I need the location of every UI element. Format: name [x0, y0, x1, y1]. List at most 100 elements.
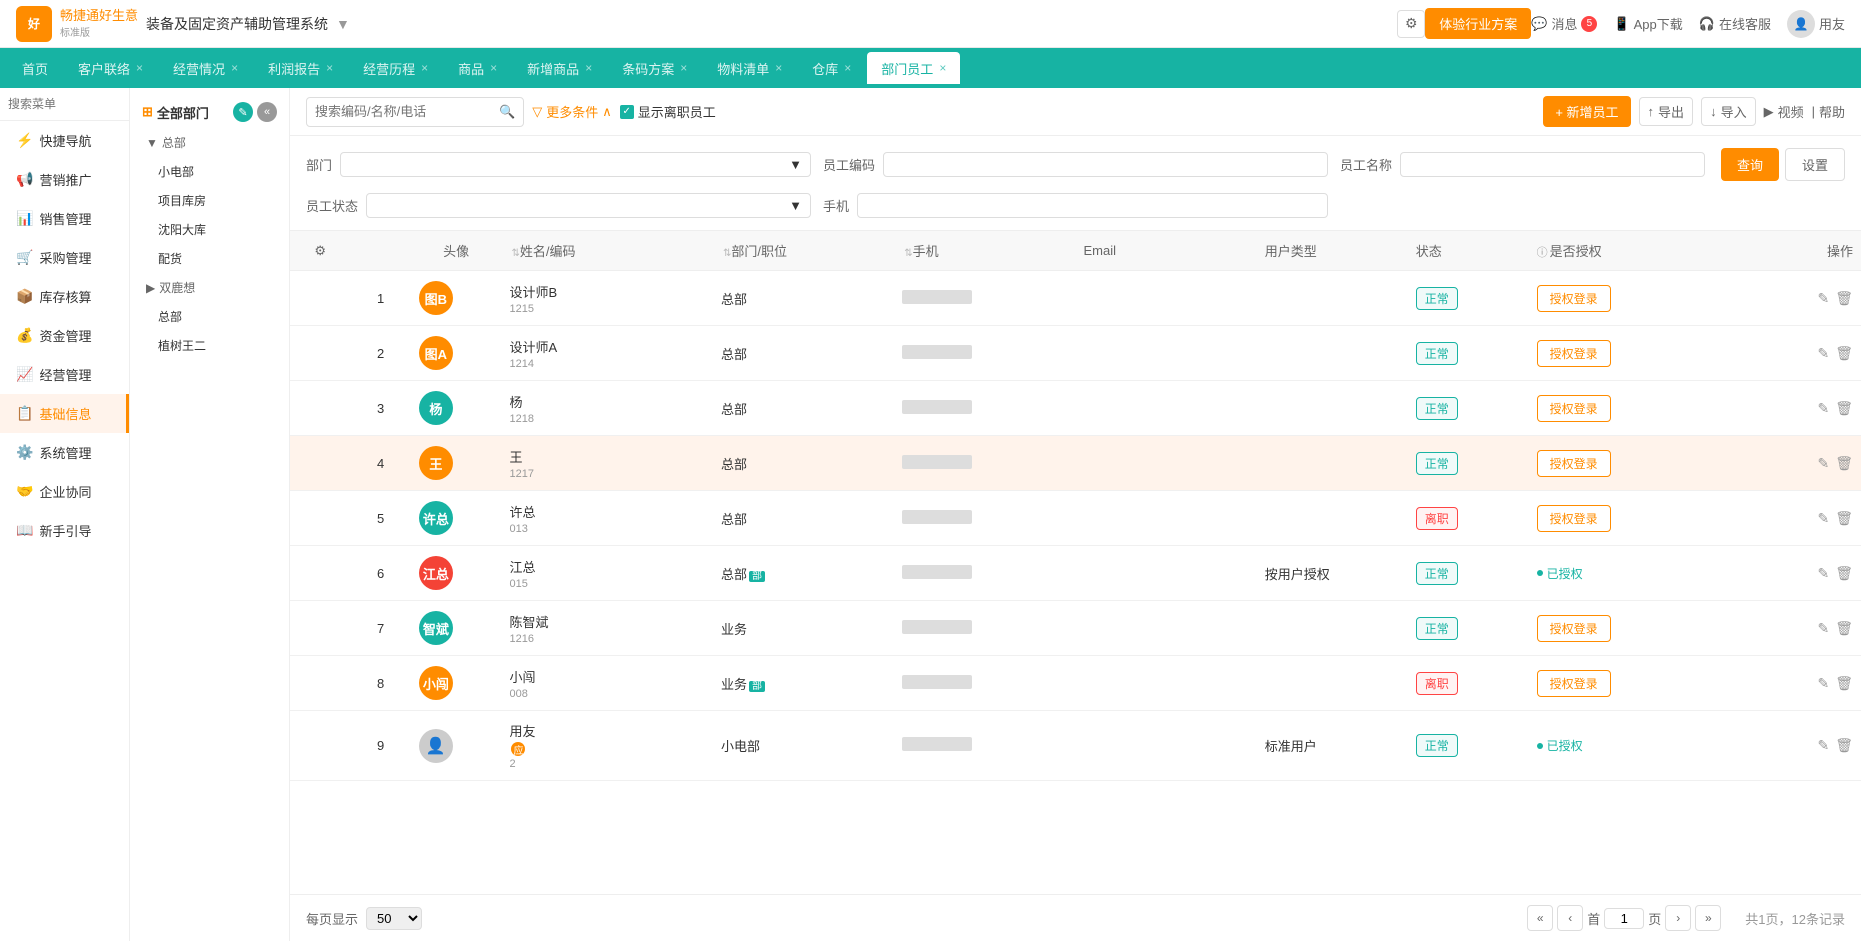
row-settings[interactable]: [290, 656, 350, 711]
dept-tree-item-parent-zongbu[interactable]: ▼ 总部: [138, 128, 281, 157]
auth-login-button[interactable]: 授权登录: [1537, 285, 1611, 312]
auth-login-button[interactable]: 授权登录: [1537, 395, 1611, 422]
auth-login-button[interactable]: 授权登录: [1537, 340, 1611, 367]
dept-tree-item-shuanglu[interactable]: ▶ 双鹿想: [138, 273, 281, 302]
settings-button[interactable]: ⚙: [1397, 10, 1425, 38]
user-area[interactable]: 👤 用友: [1787, 10, 1845, 38]
edit-button[interactable]: ✎: [1817, 620, 1829, 637]
row-settings[interactable]: [290, 326, 350, 381]
auth-login-button[interactable]: 授权登录: [1537, 505, 1611, 532]
col-dept-header[interactable]: ⇅部门/职位: [713, 231, 894, 271]
tab-warehouse[interactable]: 仓库 ×: [798, 52, 865, 84]
delete-button[interactable]: 🗑: [1835, 400, 1853, 417]
more-filters-btn[interactable]: ▽ 更多条件 ∧: [532, 102, 612, 121]
set-button[interactable]: 设置: [1785, 148, 1845, 181]
edit-button[interactable]: ✎: [1817, 675, 1829, 692]
dept-edit-btn[interactable]: ✎: [233, 102, 253, 122]
dept-tree-item-shenyang[interactable]: 沈阳大库: [138, 215, 281, 244]
page-first-btn[interactable]: «: [1527, 905, 1553, 931]
row-settings[interactable]: [290, 271, 350, 326]
delete-button[interactable]: 🗑: [1835, 510, 1853, 527]
page-next-btn[interactable]: ›: [1665, 905, 1691, 931]
auth-login-button[interactable]: 授权登录: [1537, 670, 1611, 697]
import-button[interactable]: ↓ 导入: [1701, 97, 1756, 126]
auth-login-button[interactable]: 授权登录: [1537, 615, 1611, 642]
edit-button[interactable]: ✎: [1817, 400, 1829, 417]
sidebar-item-system[interactable]: ⚙️ 系统管理: [0, 433, 129, 472]
row-settings[interactable]: [290, 381, 350, 436]
sidebar-item-marketing[interactable]: 📢 营销推广: [0, 160, 129, 199]
sidebar-search-input[interactable]: [8, 97, 130, 111]
all-dept-title[interactable]: ⊞ 全部部门: [142, 103, 209, 122]
tab-bom[interactable]: 物料清单 ×: [703, 52, 796, 84]
edit-button[interactable]: ✎: [1817, 565, 1829, 582]
query-button[interactable]: 查询: [1721, 148, 1779, 181]
delete-button[interactable]: 🗑: [1835, 675, 1853, 692]
tab-history[interactable]: 经营历程 ×: [349, 52, 442, 84]
col-phone-header[interactable]: ⇅手机: [894, 231, 1075, 271]
help-button[interactable]: | 帮助: [1812, 102, 1845, 121]
dept-tree-item-xiaodian[interactable]: 小电部: [138, 157, 281, 186]
tab-department[interactable]: 部门员工 ×: [867, 52, 960, 84]
messages-button[interactable]: 💬 消息 5: [1531, 14, 1597, 33]
filter-dept-select[interactable]: ▼: [340, 152, 811, 177]
tab-profit[interactable]: 利润报告 ×: [254, 52, 347, 84]
tab-barcode[interactable]: 条码方案 ×: [608, 52, 701, 84]
sidebar-item-quick-nav[interactable]: ⚡ 快捷导航: [0, 121, 129, 160]
row-settings[interactable]: [290, 601, 350, 656]
sidebar-item-basic-info[interactable]: 📋 基础信息: [0, 394, 129, 433]
sidebar-item-finance[interactable]: 💰 资金管理: [0, 316, 129, 355]
tab-operation[interactable]: 经营情况 ×: [159, 52, 252, 84]
sidebar-item-sales[interactable]: 📊 销售管理: [0, 199, 129, 238]
edit-button[interactable]: ✎: [1817, 737, 1829, 754]
row-settings[interactable]: [290, 546, 350, 601]
search-input[interactable]: [315, 104, 495, 119]
filter-emp-name-input[interactable]: [1400, 152, 1705, 177]
filter-emp-code-input[interactable]: [883, 152, 1328, 177]
export-button[interactable]: ↑ 导出: [1639, 97, 1694, 126]
view-button[interactable]: ▶ 视频: [1764, 102, 1804, 121]
filter-emp-status-select[interactable]: ▼: [366, 193, 811, 218]
row-number: 2: [350, 326, 410, 381]
online-service-button[interactable]: 🎧 在线客服: [1699, 14, 1771, 33]
page-input[interactable]: [1604, 908, 1644, 929]
delete-button[interactable]: 🗑: [1835, 455, 1853, 472]
row-settings[interactable]: [290, 711, 350, 781]
trial-button[interactable]: 体验行业方案: [1425, 8, 1531, 39]
sidebar-item-guide[interactable]: 📖 新手引导: [0, 511, 129, 550]
sidebar-item-collab[interactable]: 🤝 企业协同: [0, 472, 129, 511]
dropdown-icon[interactable]: ▼: [336, 16, 350, 32]
edit-button[interactable]: ✎: [1817, 290, 1829, 307]
row-settings[interactable]: [290, 491, 350, 546]
tab-customer[interactable]: 客户联络 ×: [64, 52, 157, 84]
dept-collapse-btn[interactable]: «: [257, 102, 277, 122]
edit-button[interactable]: ✎: [1817, 455, 1829, 472]
auth-login-button[interactable]: 授权登录: [1537, 450, 1611, 477]
sidebar-item-inventory[interactable]: 📦 库存核算: [0, 277, 129, 316]
add-employee-button[interactable]: + 新增员工: [1543, 96, 1630, 127]
page-size-select[interactable]: 50 100 200: [366, 907, 422, 930]
edit-button[interactable]: ✎: [1817, 510, 1829, 527]
dept-tree-item-kuangfang[interactable]: 项目库房: [138, 186, 281, 215]
app-download-button[interactable]: 📱 App下载: [1613, 14, 1682, 33]
row-settings[interactable]: [290, 436, 350, 491]
show-resigned-toggle[interactable]: ✓ 显示离职员工: [620, 102, 716, 121]
filter-phone-input[interactable]: [857, 193, 1328, 218]
col-name-header[interactable]: ⇅姓名/编码: [501, 231, 712, 271]
dept-tree-item-zhishu[interactable]: 植树王二: [138, 331, 281, 360]
edit-button[interactable]: ✎: [1817, 345, 1829, 362]
dept-tree-item-peihuo[interactable]: 配货: [138, 244, 281, 273]
delete-button[interactable]: 🗑: [1835, 620, 1853, 637]
tab-home[interactable]: 首页: [8, 52, 62, 84]
dept-tree-item-zongbu2[interactable]: 总部: [138, 302, 281, 331]
delete-button[interactable]: 🗑: [1835, 737, 1853, 754]
page-last-btn[interactable]: »: [1695, 905, 1721, 931]
tab-goods[interactable]: 商品 ×: [444, 52, 511, 84]
tab-new-goods[interactable]: 新增商品 ×: [513, 52, 606, 84]
sidebar-item-management[interactable]: 📈 经营管理: [0, 355, 129, 394]
delete-button[interactable]: 🗑: [1835, 565, 1853, 582]
delete-button[interactable]: 🗑: [1835, 290, 1853, 307]
page-prev-btn[interactable]: ‹: [1557, 905, 1583, 931]
delete-button[interactable]: 🗑: [1835, 345, 1853, 362]
sidebar-item-purchase[interactable]: 🛒 采购管理: [0, 238, 129, 277]
